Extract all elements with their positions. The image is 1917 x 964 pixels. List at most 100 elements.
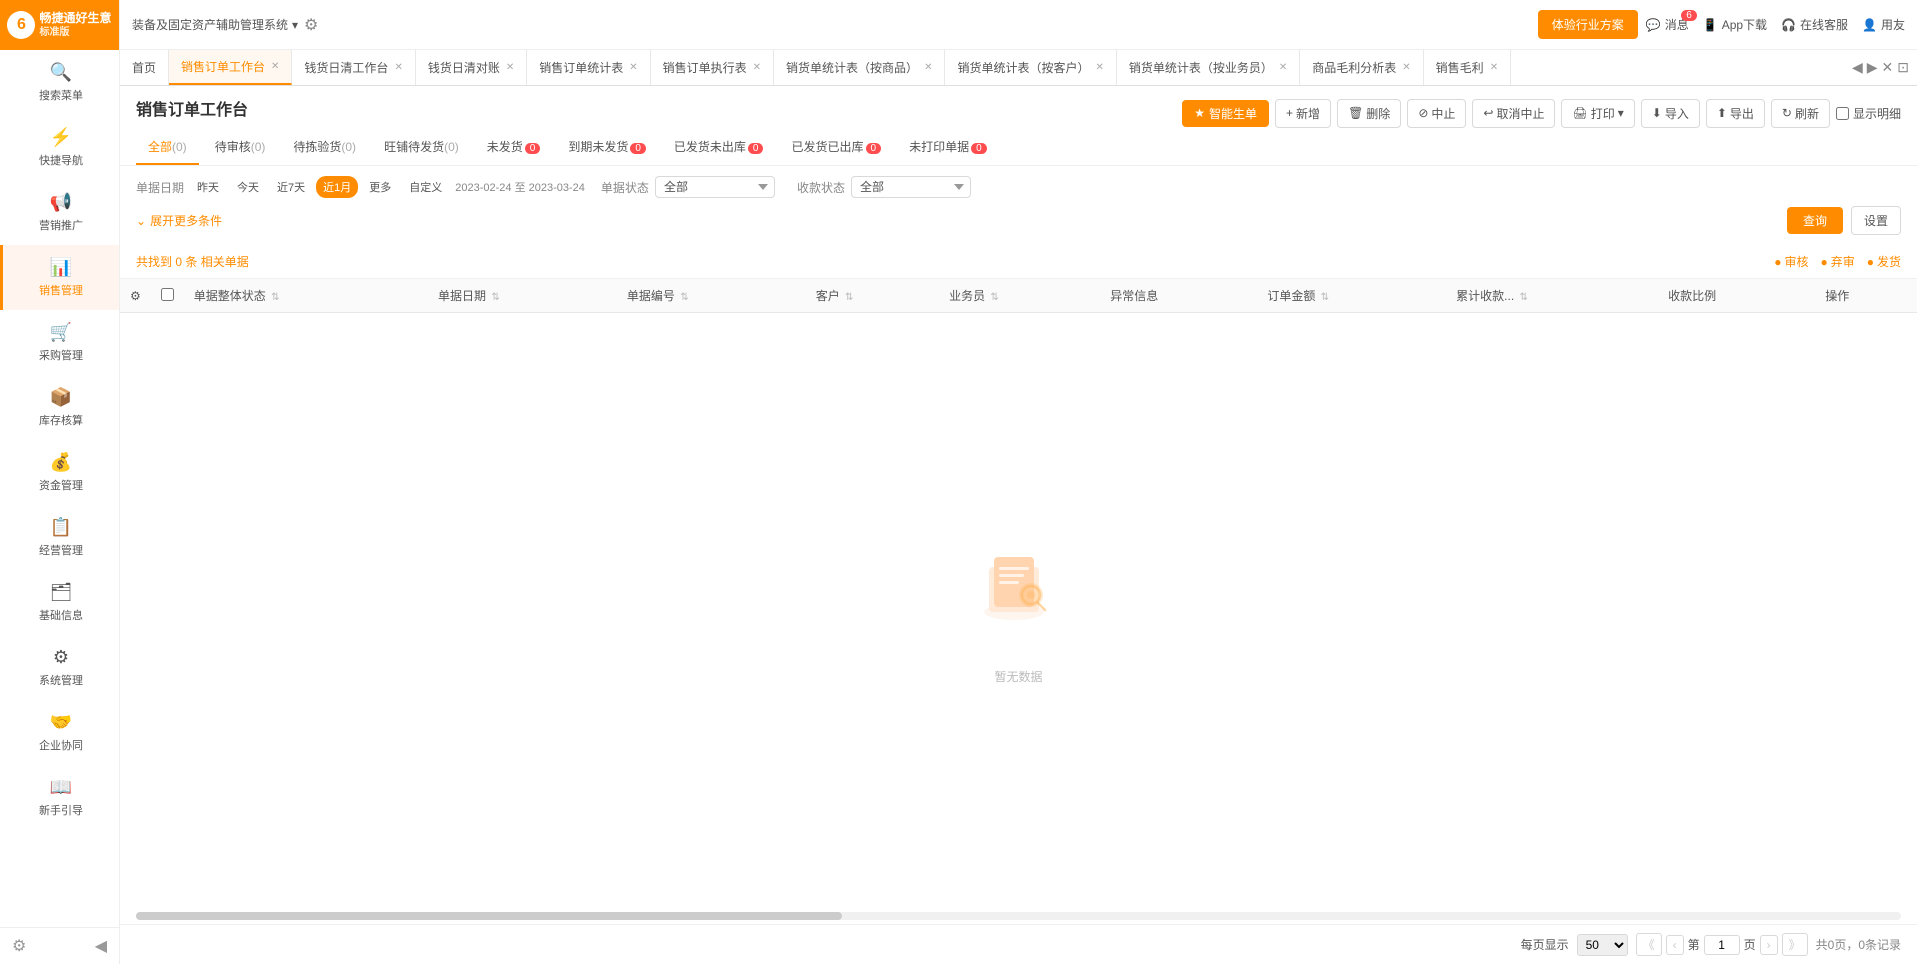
date-btn-今天[interactable]: 今天 xyxy=(230,176,266,198)
date-btn-更多[interactable]: 更多 xyxy=(362,176,398,198)
export-button[interactable]: ⬆ 导出 xyxy=(1706,99,1765,128)
date-btn-近1月[interactable]: 近1月 xyxy=(316,176,358,198)
sidebar-item-marketing[interactable]: 📢营销推广 xyxy=(0,180,119,245)
sidebar-item-enterprise[interactable]: 🤝企业协同 xyxy=(0,700,119,765)
show-detail-checkbox[interactable]: 显示明细 xyxy=(1836,105,1901,122)
next-page-button[interactable]: › xyxy=(1760,935,1778,955)
sidebar-item-basic-info[interactable]: 🗂基础信息 xyxy=(0,570,119,635)
review-action[interactable]: ● 审核 xyxy=(1774,253,1808,270)
col-received[interactable]: 累计收款... ⇅ xyxy=(1446,279,1658,313)
cancel-stop-icon: ↩ xyxy=(1483,106,1493,120)
tab-sales-customer[interactable]: 销货单统计表（按客户）✕ xyxy=(945,50,1116,85)
subtab-pending-check[interactable]: 待拣验货(0) xyxy=(281,130,368,165)
tab-close-sales-exec[interactable]: ✕ xyxy=(753,62,761,73)
tab-home[interactable]: 首页 xyxy=(120,50,169,85)
horizontal-scrollbar[interactable] xyxy=(120,908,1917,924)
col-customer[interactable]: 客户 ⇅ xyxy=(806,279,939,313)
cancel-stop-button[interactable]: ↩ 取消中止 xyxy=(1472,99,1555,128)
col-number[interactable]: 单据编号 ⇅ xyxy=(617,279,806,313)
subtab-shipped-out[interactable]: 已发货已出库0 xyxy=(779,130,893,165)
sidebar-item-purchase[interactable]: 🛒采购管理 xyxy=(0,310,119,375)
subtab-shipped-not-out[interactable]: 已发货未出库0 xyxy=(662,130,776,165)
add-button[interactable]: + 新增 xyxy=(1275,99,1331,128)
basic-info-icon: 🗂 xyxy=(50,582,73,603)
tab-nav-prev[interactable]: ◀ xyxy=(1852,59,1863,76)
tab-sales-stat[interactable]: 销售订单统计表✕ xyxy=(527,50,650,85)
app-download-item[interactable]: 📱 App下载 xyxy=(1703,16,1767,33)
sidebar-item-finance[interactable]: 💰资金管理 xyxy=(0,440,119,505)
tab-sales-exec[interactable]: 销售订单执行表✕ xyxy=(651,50,774,85)
tab-close-goods-margin[interactable]: ✕ xyxy=(1402,62,1410,73)
subtab-not-shipped[interactable]: 未发货0 xyxy=(475,130,553,165)
filter-setting-button[interactable]: 设置 xyxy=(1851,206,1901,235)
date-btn-近7天[interactable]: 近7天 xyxy=(270,176,312,198)
sidebar-settings-icon[interactable]: ⚙ xyxy=(12,936,26,956)
user-item[interactable]: 👤 用友 xyxy=(1862,16,1905,33)
message-icon-item[interactable]: 💬 6 消息 xyxy=(1646,16,1689,33)
last-page-button[interactable]: 》 xyxy=(1782,933,1808,956)
date-btn-自定义[interactable]: 自定义 xyxy=(402,176,449,198)
topbar: 装备及固定资产辅助管理系统 ▾ ⚙ 体验行业方案 💬 6 消息 📱 App下载 … xyxy=(120,0,1917,50)
tab-close-sales-staff[interactable]: ✕ xyxy=(1279,62,1287,73)
tab-close-sales-goods[interactable]: ✕ xyxy=(924,62,932,73)
subtab-shop-pending[interactable]: 旺铺待发货(0) xyxy=(372,130,471,165)
col-settings[interactable]: ⚙ xyxy=(120,279,151,313)
tab-cash-daily[interactable]: 钱货日清工作台✕ xyxy=(292,50,415,85)
refresh-button[interactable]: ↻ 刷新 xyxy=(1771,99,1830,128)
per-page-select[interactable]: 50 10 20 100 xyxy=(1577,934,1628,956)
sidebar-item-quick-nav[interactable]: ⚡快捷导航 xyxy=(0,115,119,180)
tab-sales-order[interactable]: 销售订单工作台✕ xyxy=(169,50,292,85)
tab-sales-goods[interactable]: 销货单统计表（按商品）✕ xyxy=(774,50,945,85)
col-status[interactable]: 单据整体状态 ⇅ xyxy=(184,279,428,313)
cancel-review-action[interactable]: ● 弃审 xyxy=(1820,253,1854,270)
subtab-not-printed[interactable]: 未打印单据0 xyxy=(897,130,999,165)
tab-close-cash-reconcile[interactable]: ✕ xyxy=(506,62,514,73)
col-checkbox[interactable] xyxy=(151,279,184,313)
payment-select[interactable]: 全部 xyxy=(851,176,971,198)
tab-close-cash-daily[interactable]: ✕ xyxy=(394,62,402,73)
expand-filter-button[interactable]: ⌄ 展开更多条件 xyxy=(136,212,222,229)
subtab-all[interactable]: 全部(0) xyxy=(136,130,199,165)
tab-nav-expand[interactable]: ⊡ xyxy=(1897,59,1909,76)
query-button[interactable]: 查询 xyxy=(1787,207,1843,234)
col-staff[interactable]: 业务员 ⇅ xyxy=(939,279,1100,313)
solution-button[interactable]: 体验行业方案 xyxy=(1538,10,1638,39)
sidebar-item-inventory[interactable]: 📦库存核算 xyxy=(0,375,119,440)
page-input[interactable] xyxy=(1704,935,1740,955)
sidebar-item-sales[interactable]: 📊销售管理 xyxy=(0,245,119,310)
smart-create-button[interactable]: ★ 智能生单 xyxy=(1182,100,1269,127)
sidebar-item-operations[interactable]: 📋经营管理 xyxy=(0,505,119,570)
system-title[interactable]: 装备及固定资产辅助管理系统 ▾ xyxy=(132,16,298,33)
first-page-button[interactable]: 《 xyxy=(1636,933,1662,956)
sidebar-item-search[interactable]: 🔍搜索菜单 xyxy=(0,50,119,115)
tab-goods-margin[interactable]: 商品毛利分析表✕ xyxy=(1300,50,1423,85)
tab-sales-profit[interactable]: 销售毛利✕ xyxy=(1424,50,1511,85)
tab-nav-next[interactable]: ▶ xyxy=(1867,59,1878,76)
import-button[interactable]: ⬇ 导入 xyxy=(1641,99,1700,128)
subtab-overdue-ship[interactable]: 到期未发货0 xyxy=(556,130,658,165)
select-all-checkbox[interactable] xyxy=(161,288,174,301)
stop-button[interactable]: ⊘ 中止 xyxy=(1407,99,1466,128)
tab-close-sales-stat[interactable]: ✕ xyxy=(629,62,637,73)
tab-close-sales-order[interactable]: ✕ xyxy=(271,61,279,72)
print-button[interactable]: 🖨 打印 ▾ xyxy=(1561,99,1634,128)
status-select[interactable]: 全部 xyxy=(655,176,775,198)
sidebar-collapse-icon[interactable]: ◀ xyxy=(95,936,107,956)
prev-page-button[interactable]: ‹ xyxy=(1666,935,1684,955)
delete-button[interactable]: 🗑 删除 xyxy=(1337,99,1401,128)
tab-close-sales-customer[interactable]: ✕ xyxy=(1095,62,1103,73)
tab-nav-close[interactable]: ✕ xyxy=(1882,59,1894,76)
sidebar-item-guide[interactable]: 📖新手引导 xyxy=(0,765,119,830)
sidebar-item-system[interactable]: ⚙系统管理 xyxy=(0,635,119,700)
online-service-item[interactable]: 🎧 在线客服 xyxy=(1781,16,1848,33)
col-amount[interactable]: 订单金额 ⇅ xyxy=(1257,279,1446,313)
tab-cash-reconcile[interactable]: 钱货日清对账✕ xyxy=(416,50,527,85)
col-date[interactable]: 单据日期 ⇅ xyxy=(428,279,617,313)
tab-close-sales-profit[interactable]: ✕ xyxy=(1490,62,1498,73)
subtab-pending-review[interactable]: 待审核(0) xyxy=(203,130,278,165)
tab-sales-staff[interactable]: 销货单统计表（按业务员）✕ xyxy=(1117,50,1300,85)
topbar-gear-icon[interactable]: ⚙ xyxy=(304,15,318,35)
topbar-title: 装备及固定资产辅助管理系统 ▾ ⚙ xyxy=(132,15,1530,35)
ship-action[interactable]: ● 发货 xyxy=(1867,253,1901,270)
date-btn-昨天[interactable]: 昨天 xyxy=(190,176,226,198)
